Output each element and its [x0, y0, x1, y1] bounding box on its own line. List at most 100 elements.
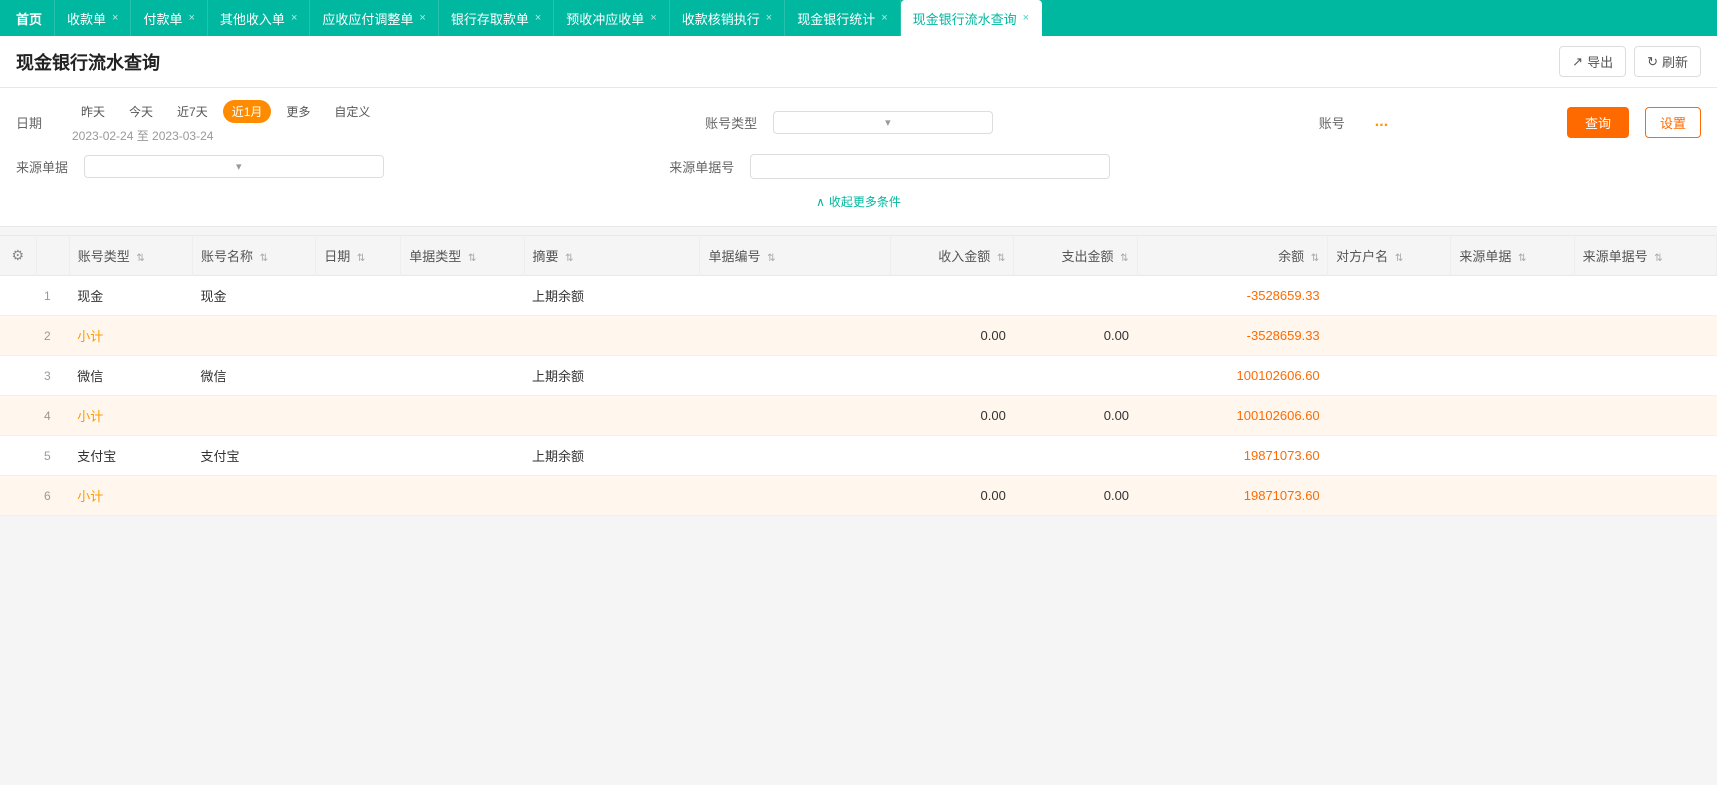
- col-date[interactable]: 日期 ⇅: [316, 236, 401, 276]
- nav-bank-deposit-close[interactable]: ×: [535, 12, 541, 24]
- date-btn-last7[interactable]: 近7天: [168, 100, 217, 123]
- cell-account-type: 支付宝: [69, 436, 192, 476]
- cell-index: 4: [36, 396, 69, 436]
- nav-receipt-close[interactable]: ×: [112, 12, 118, 24]
- nav-ar-ap-close[interactable]: ×: [419, 12, 425, 24]
- cell-account-name: [192, 316, 315, 356]
- table-row[interactable]: 6 小计 0.00 0.00 19871073.60: [0, 476, 1717, 516]
- table-settings-gear[interactable]: ⚙: [11, 247, 24, 263]
- source-doc-arrow: ▾: [236, 160, 375, 173]
- cell-index: 6: [36, 476, 69, 516]
- nav-cash-flow-query[interactable]: 现金银行流水查询 ×: [901, 0, 1042, 36]
- col-account-type[interactable]: 账号类型 ⇅: [69, 236, 192, 276]
- nav-payment[interactable]: 付款单 ×: [131, 0, 207, 36]
- refresh-button[interactable]: ↻ 刷新: [1634, 46, 1701, 77]
- table-row[interactable]: 3 微信 微信 上期余额 100102606.60: [0, 356, 1717, 396]
- cell-source-doc-no: [1574, 316, 1716, 356]
- nav-cash-flow-label: 现金银行流水查询: [913, 9, 1017, 28]
- source-doc-select[interactable]: ▾: [84, 155, 384, 178]
- nav-payment-close[interactable]: ×: [188, 12, 194, 24]
- col-income[interactable]: 收入金额 ⇅: [891, 236, 1014, 276]
- col-source-doc[interactable]: 来源单据 ⇅: [1451, 236, 1574, 276]
- cell-source-doc: [1451, 276, 1574, 316]
- cell-income: 0.00: [891, 476, 1014, 516]
- cell-doc-no: [700, 436, 891, 476]
- cell-date: [316, 476, 401, 516]
- date-options: 昨天 今天 近7天 近1月 更多 自定义: [72, 100, 379, 123]
- cell-counterparty: [1328, 316, 1451, 356]
- query-button[interactable]: 查询: [1567, 107, 1629, 138]
- sort-icon-date: ⇅: [357, 253, 365, 264]
- cell-doc-type: [401, 276, 524, 316]
- nav-other-income[interactable]: 其他收入单 ×: [208, 0, 310, 36]
- collapse-up-icon: ∧: [816, 195, 825, 209]
- cell-summary: [524, 396, 700, 436]
- cell-summary: 上期余额: [524, 276, 700, 316]
- table-row[interactable]: 1 现金 现金 上期余额 -3528659.33: [0, 276, 1717, 316]
- account-type-select[interactable]: ▾: [773, 111, 993, 134]
- nav-home[interactable]: 首页: [4, 0, 55, 36]
- nav-receipt-verify-close[interactable]: ×: [766, 12, 772, 24]
- sort-icon-doc-no: ⇅: [767, 253, 775, 264]
- col-expense[interactable]: 支出金额 ⇅: [1014, 236, 1137, 276]
- cell-date: [316, 436, 401, 476]
- nav-cash-stats-label: 现金银行统计: [797, 9, 875, 28]
- nav-other-income-close[interactable]: ×: [291, 12, 297, 24]
- cell-settings: [0, 356, 36, 396]
- date-btn-today[interactable]: 今天: [120, 100, 162, 123]
- collapse-bar[interactable]: ∧ 收起更多条件: [16, 189, 1701, 218]
- col-balance[interactable]: 余额 ⇅: [1137, 236, 1328, 276]
- col-doc-type[interactable]: 单据类型 ⇅: [401, 236, 524, 276]
- cell-doc-type: [401, 356, 524, 396]
- col-index: [36, 236, 69, 276]
- cell-doc-type: [401, 436, 524, 476]
- col-doc-no[interactable]: 单据编号 ⇅: [700, 236, 891, 276]
- cell-summary: 上期余额: [524, 356, 700, 396]
- cell-account-type: 小计: [69, 476, 192, 516]
- table-row[interactable]: 5 支付宝 支付宝 上期余额 19871073.60: [0, 436, 1717, 476]
- cell-date: [316, 276, 401, 316]
- cell-expense: [1014, 356, 1137, 396]
- cell-expense: [1014, 276, 1137, 316]
- nav-receipt[interactable]: 收款单 ×: [55, 0, 131, 36]
- date-btn-yesterday[interactable]: 昨天: [72, 100, 114, 123]
- nav-advance-receipt-close[interactable]: ×: [650, 12, 656, 24]
- settings-button[interactable]: 设置: [1645, 107, 1701, 138]
- table-header: ⚙ 账号类型 ⇅ 账号名称 ⇅ 日期 ⇅ 单据类型 ⇅: [0, 236, 1717, 276]
- sort-icon-source-doc-no: ⇅: [1654, 253, 1662, 264]
- nav-receipt-verify[interactable]: 收款核销执行 ×: [670, 0, 785, 36]
- nav-cash-stats[interactable]: 现金银行统计 ×: [785, 0, 900, 36]
- cell-doc-no: [700, 276, 891, 316]
- col-summary[interactable]: 摘要 ⇅: [524, 236, 700, 276]
- col-settings: ⚙: [0, 236, 36, 276]
- table-body: 1 现金 现金 上期余额 -3528659.33 2 小计 0.00 0.00 …: [0, 276, 1717, 516]
- col-counterparty[interactable]: 对方户名 ⇅: [1328, 236, 1451, 276]
- table-row[interactable]: 2 小计 0.00 0.00 -3528659.33: [0, 316, 1717, 356]
- cell-source-doc: [1451, 396, 1574, 436]
- export-button[interactable]: ↗ 导出: [1559, 46, 1626, 77]
- nav-cash-stats-close[interactable]: ×: [881, 12, 887, 24]
- table-row[interactable]: 4 小计 0.00 0.00 100102606.60: [0, 396, 1717, 436]
- cell-index: 2: [36, 316, 69, 356]
- cell-counterparty: [1328, 436, 1451, 476]
- source-doc-num-input[interactable]: [750, 154, 1110, 179]
- account-dots[interactable]: ...: [1375, 113, 1388, 131]
- cell-summary: [524, 476, 700, 516]
- nav-cash-flow-close[interactable]: ×: [1023, 12, 1029, 24]
- date-btn-last1m[interactable]: 近1月: [223, 100, 272, 123]
- cell-account-name: 支付宝: [192, 436, 315, 476]
- cell-source-doc: [1451, 476, 1574, 516]
- col-account-name[interactable]: 账号名称 ⇅: [192, 236, 315, 276]
- nav-ar-ap-adjust[interactable]: 应收应付调整单 ×: [310, 0, 438, 36]
- cell-doc-no: [700, 396, 891, 436]
- col-source-doc-no[interactable]: 来源单据号 ⇅: [1574, 236, 1716, 276]
- cell-account-name: 微信: [192, 356, 315, 396]
- nav-bank-deposit[interactable]: 银行存取款单 ×: [439, 0, 554, 36]
- date-btn-custom[interactable]: 自定义: [325, 100, 379, 123]
- nav-advance-receipt[interactable]: 预收冲应收单 ×: [554, 0, 669, 36]
- refresh-label: 刷新: [1662, 52, 1688, 71]
- cell-date: [316, 316, 401, 356]
- header-actions: ↗ 导出 ↻ 刷新: [1559, 46, 1701, 77]
- date-btn-more[interactable]: 更多: [277, 100, 319, 123]
- cell-balance: -3528659.33: [1137, 316, 1328, 356]
